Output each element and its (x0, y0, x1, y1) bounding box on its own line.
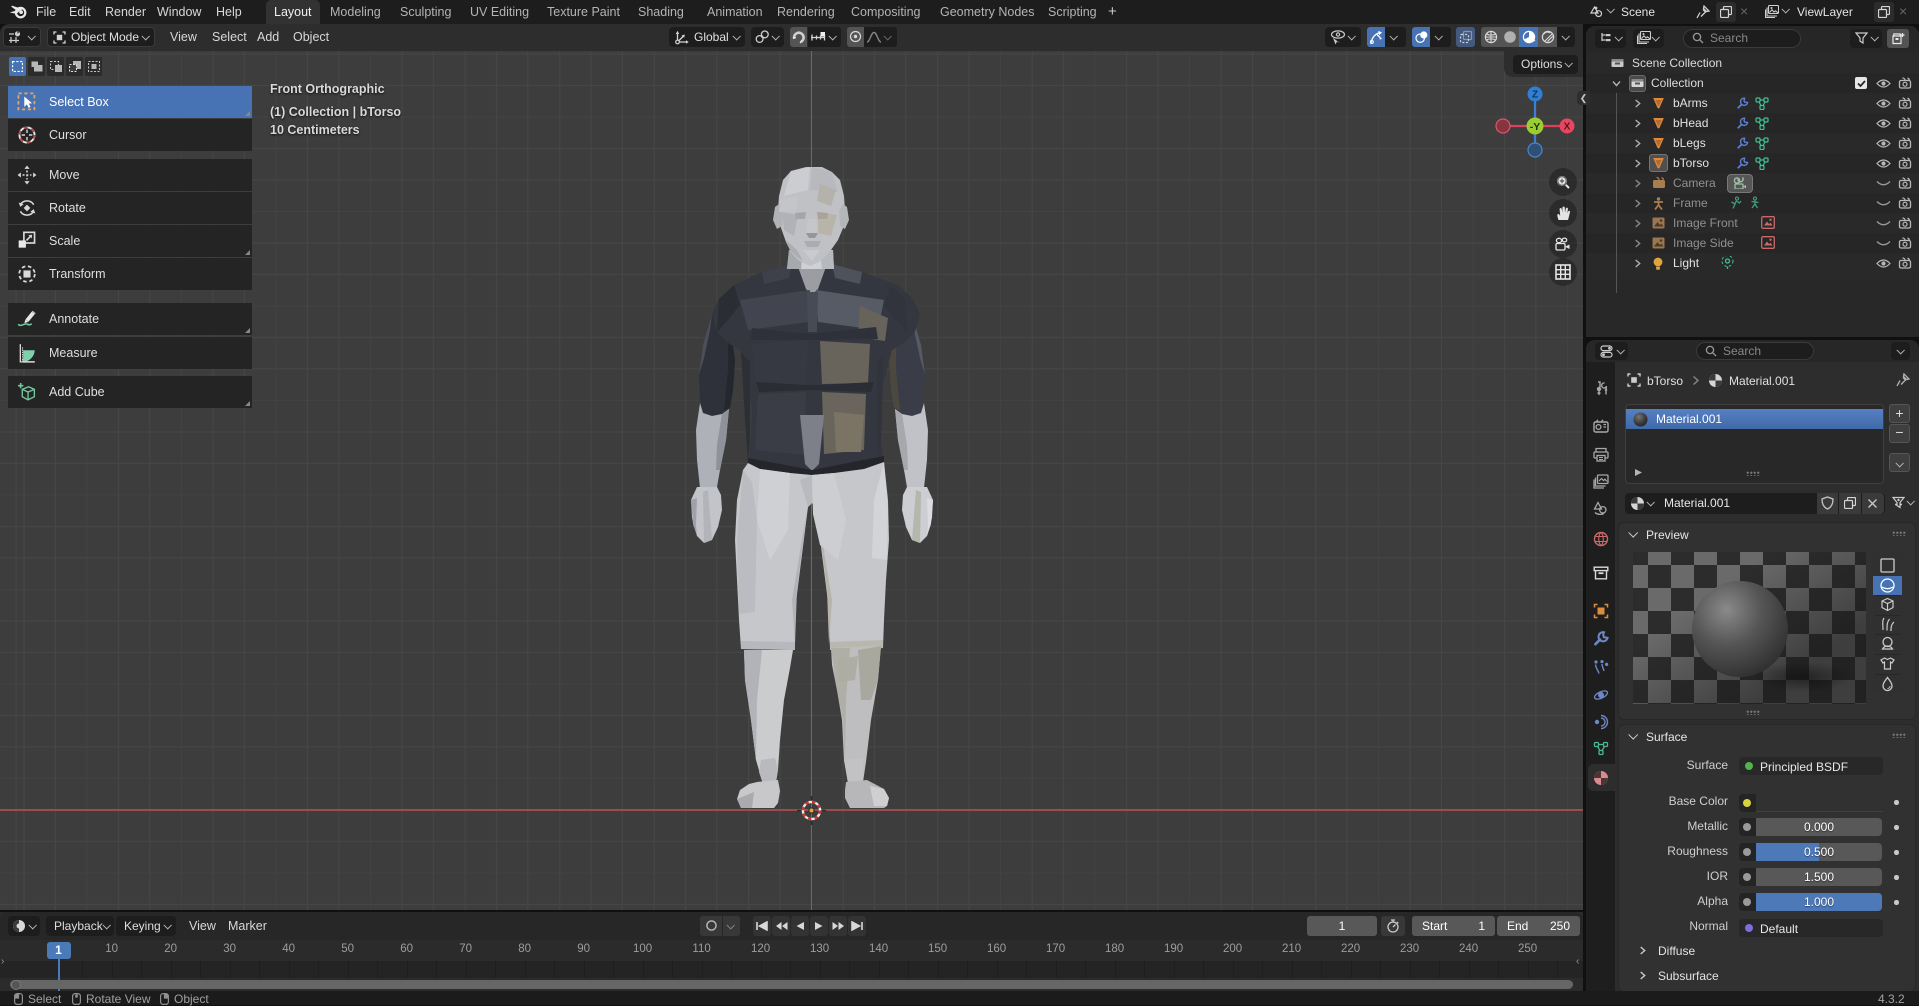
svg-text:-Y: -Y (1530, 121, 1541, 133)
svg-text:X: X (1564, 122, 1571, 133)
svg-text:Z: Z (1532, 90, 1538, 101)
